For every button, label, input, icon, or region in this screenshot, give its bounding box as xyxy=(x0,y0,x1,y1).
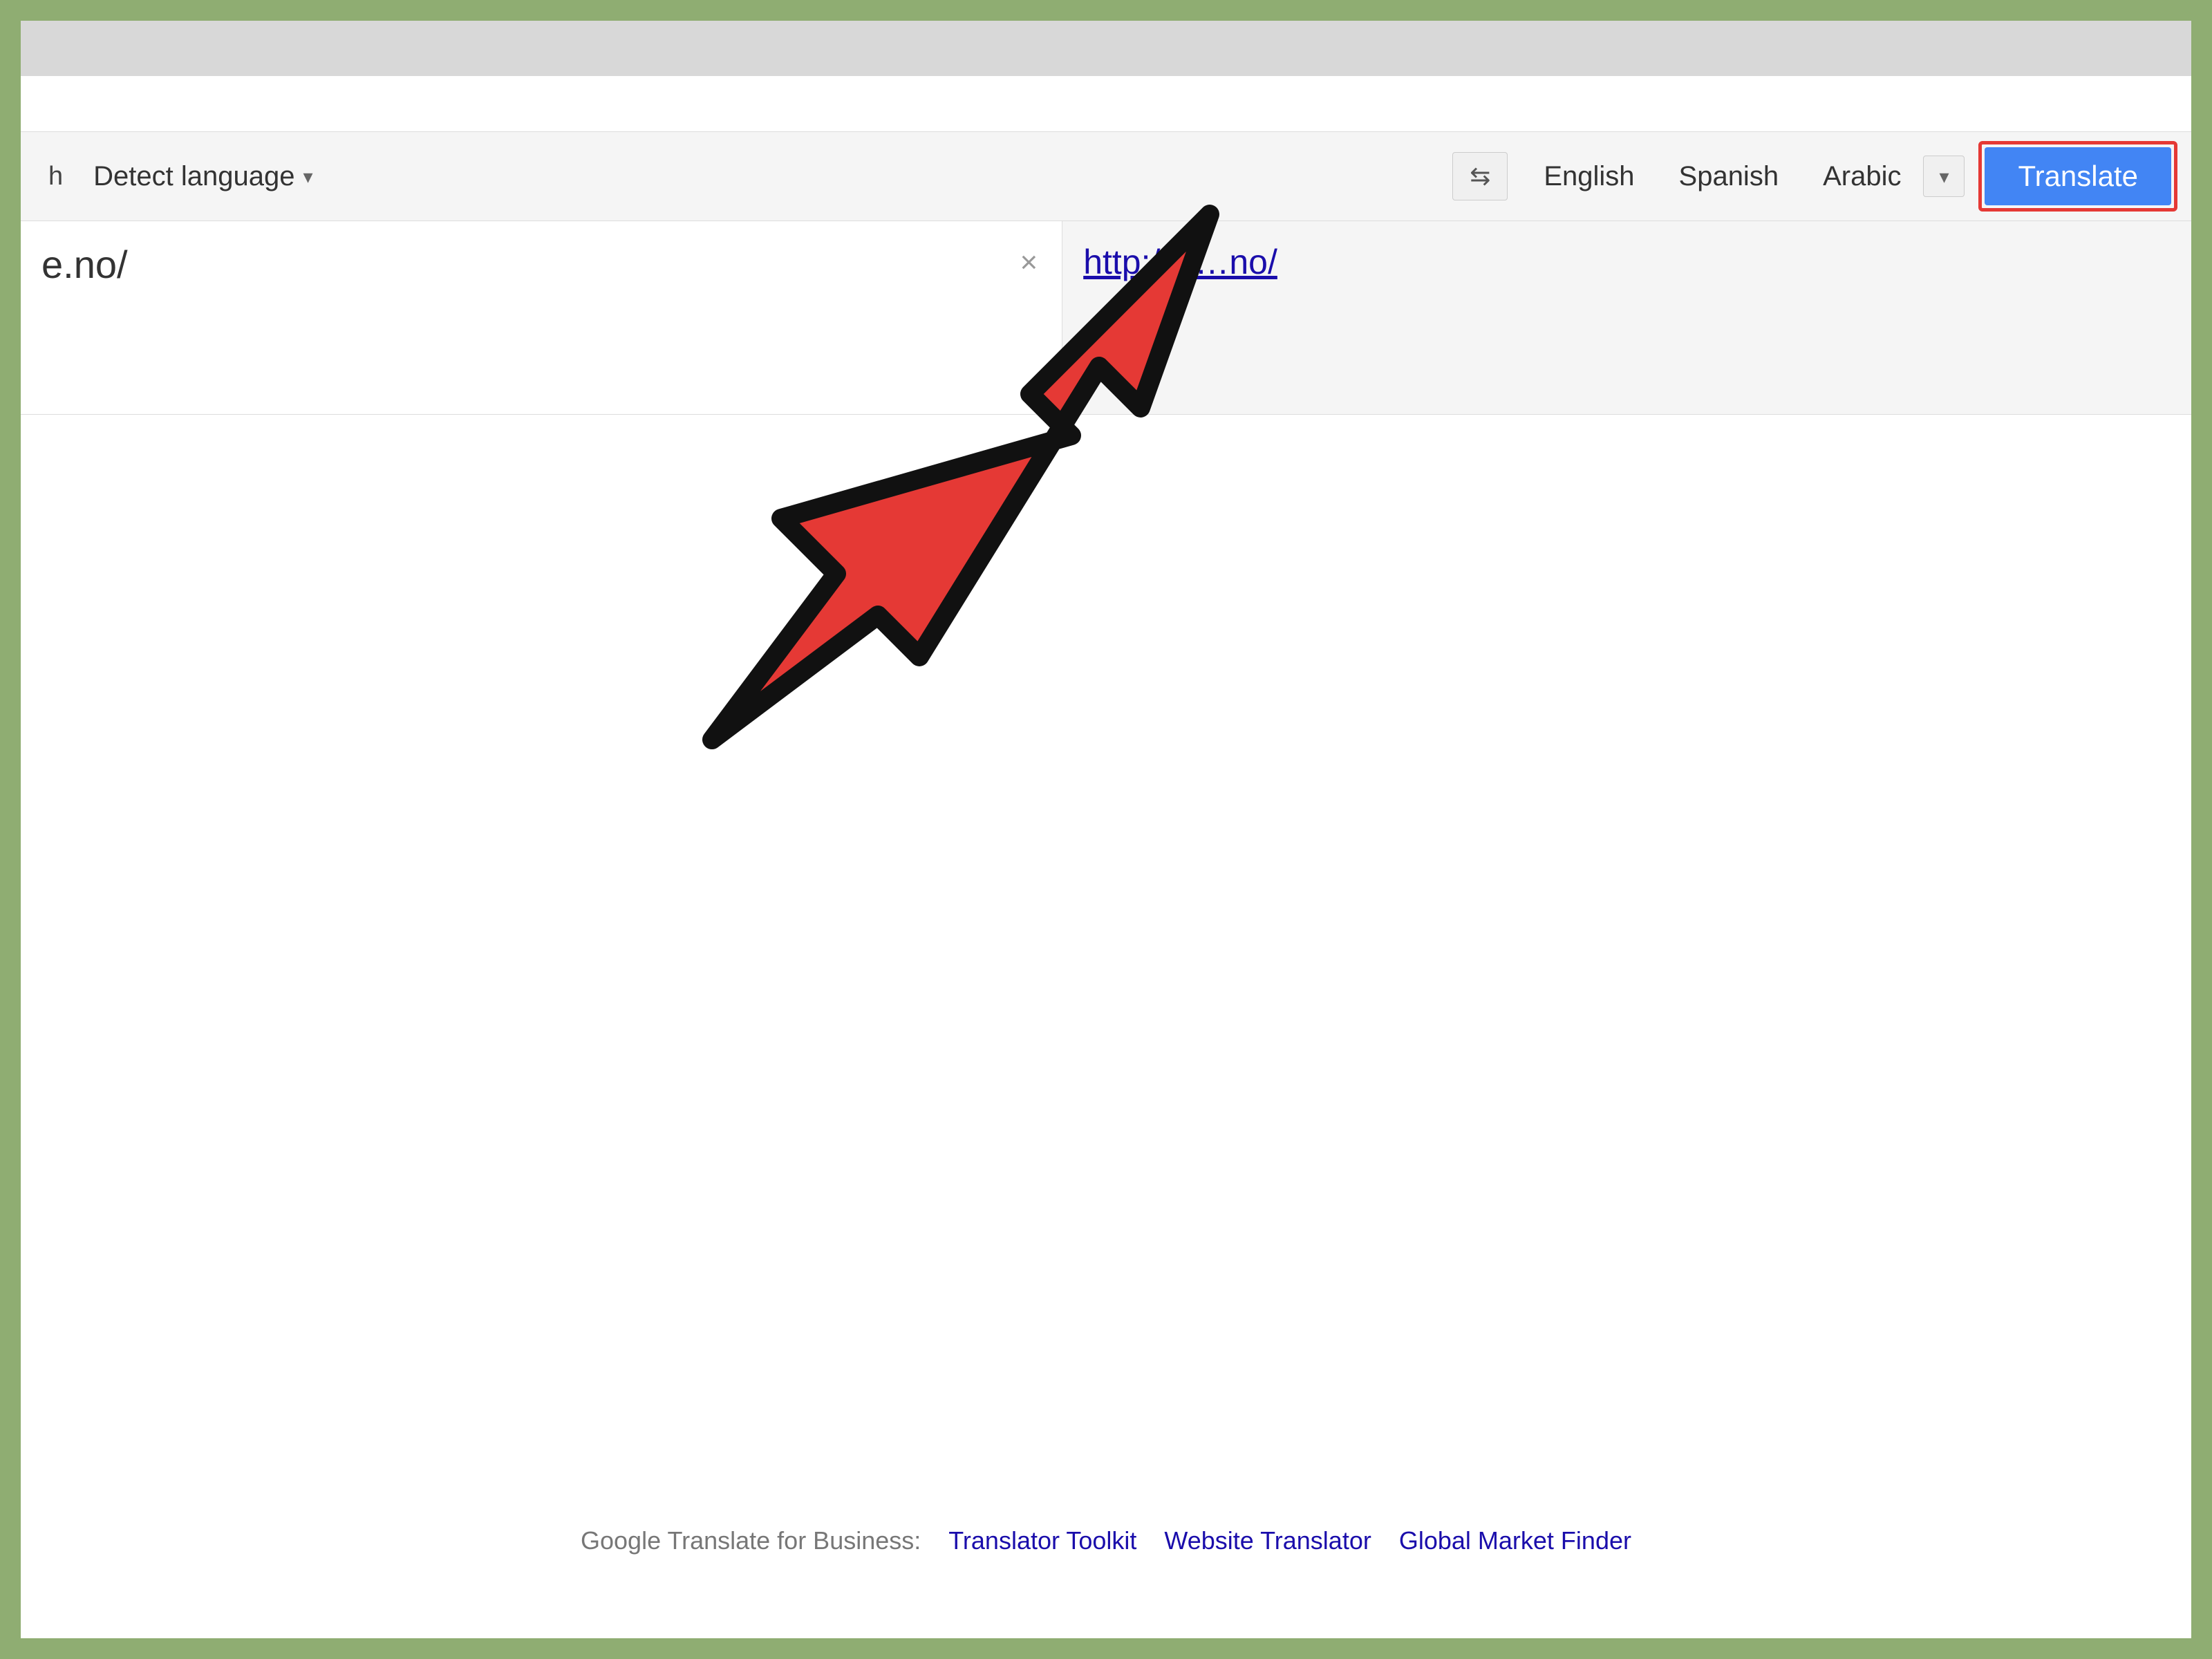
detect-dropdown-arrow-icon: ▾ xyxy=(303,165,312,188)
outer-border: h Detect language ▾ ⇆ English Spanish Ar… xyxy=(21,21,2191,1638)
input-text: e.no/ xyxy=(41,242,1002,287)
output-link-text: http://w…no/ xyxy=(1083,243,1277,281)
toolbar: h Detect language ▾ ⇆ English Spanish Ar… xyxy=(21,131,2191,221)
swap-icon: ⇆ xyxy=(1470,162,1490,191)
input-area: e.no/ × xyxy=(21,221,1062,415)
website-translator-link[interactable]: Website Translator xyxy=(1164,1526,1371,1555)
spanish-lang-button[interactable]: Spanish xyxy=(1657,150,1801,203)
inner-content: h Detect language ▾ ⇆ English Spanish Ar… xyxy=(21,76,2191,1638)
footer: Google Translate for Business: Translato… xyxy=(21,1526,2191,1555)
translator-toolkit-label: Translator Toolkit xyxy=(948,1526,1136,1555)
translate-button[interactable]: Translate xyxy=(1985,147,2171,205)
toolbar-left: h Detect language ▾ xyxy=(35,150,330,203)
global-market-finder-label: Global Market Finder xyxy=(1399,1526,1631,1555)
detect-language-label: Detect language xyxy=(93,161,294,192)
output-area: http://w…no/ xyxy=(1062,221,2191,415)
toolbar-right: English Spanish Arabic ▾ Translate xyxy=(1521,141,2177,212)
more-languages-arrow-icon: ▾ xyxy=(1939,165,1949,188)
website-translator-label: Website Translator xyxy=(1164,1526,1371,1555)
lang-prefix: h xyxy=(35,162,77,191)
global-market-finder-link[interactable]: Global Market Finder xyxy=(1399,1526,1631,1555)
translate-button-wrapper: Translate xyxy=(1978,141,2177,212)
top-bar xyxy=(21,21,2191,76)
arabic-lang-button[interactable]: Arabic xyxy=(1801,150,1923,203)
output-link[interactable]: http://w…no/ xyxy=(1083,243,1277,281)
translator-toolkit-link[interactable]: Translator Toolkit xyxy=(948,1526,1136,1555)
clear-input-button[interactable]: × xyxy=(1016,242,1041,283)
footer-business-label: Google Translate for Business: xyxy=(581,1526,921,1555)
swap-languages-button[interactable]: ⇆ xyxy=(1452,152,1508,200)
english-lang-button[interactable]: English xyxy=(1521,150,1656,203)
more-languages-button[interactable]: ▾ xyxy=(1923,156,1965,197)
detect-language-button[interactable]: Detect language ▾ xyxy=(77,150,329,203)
